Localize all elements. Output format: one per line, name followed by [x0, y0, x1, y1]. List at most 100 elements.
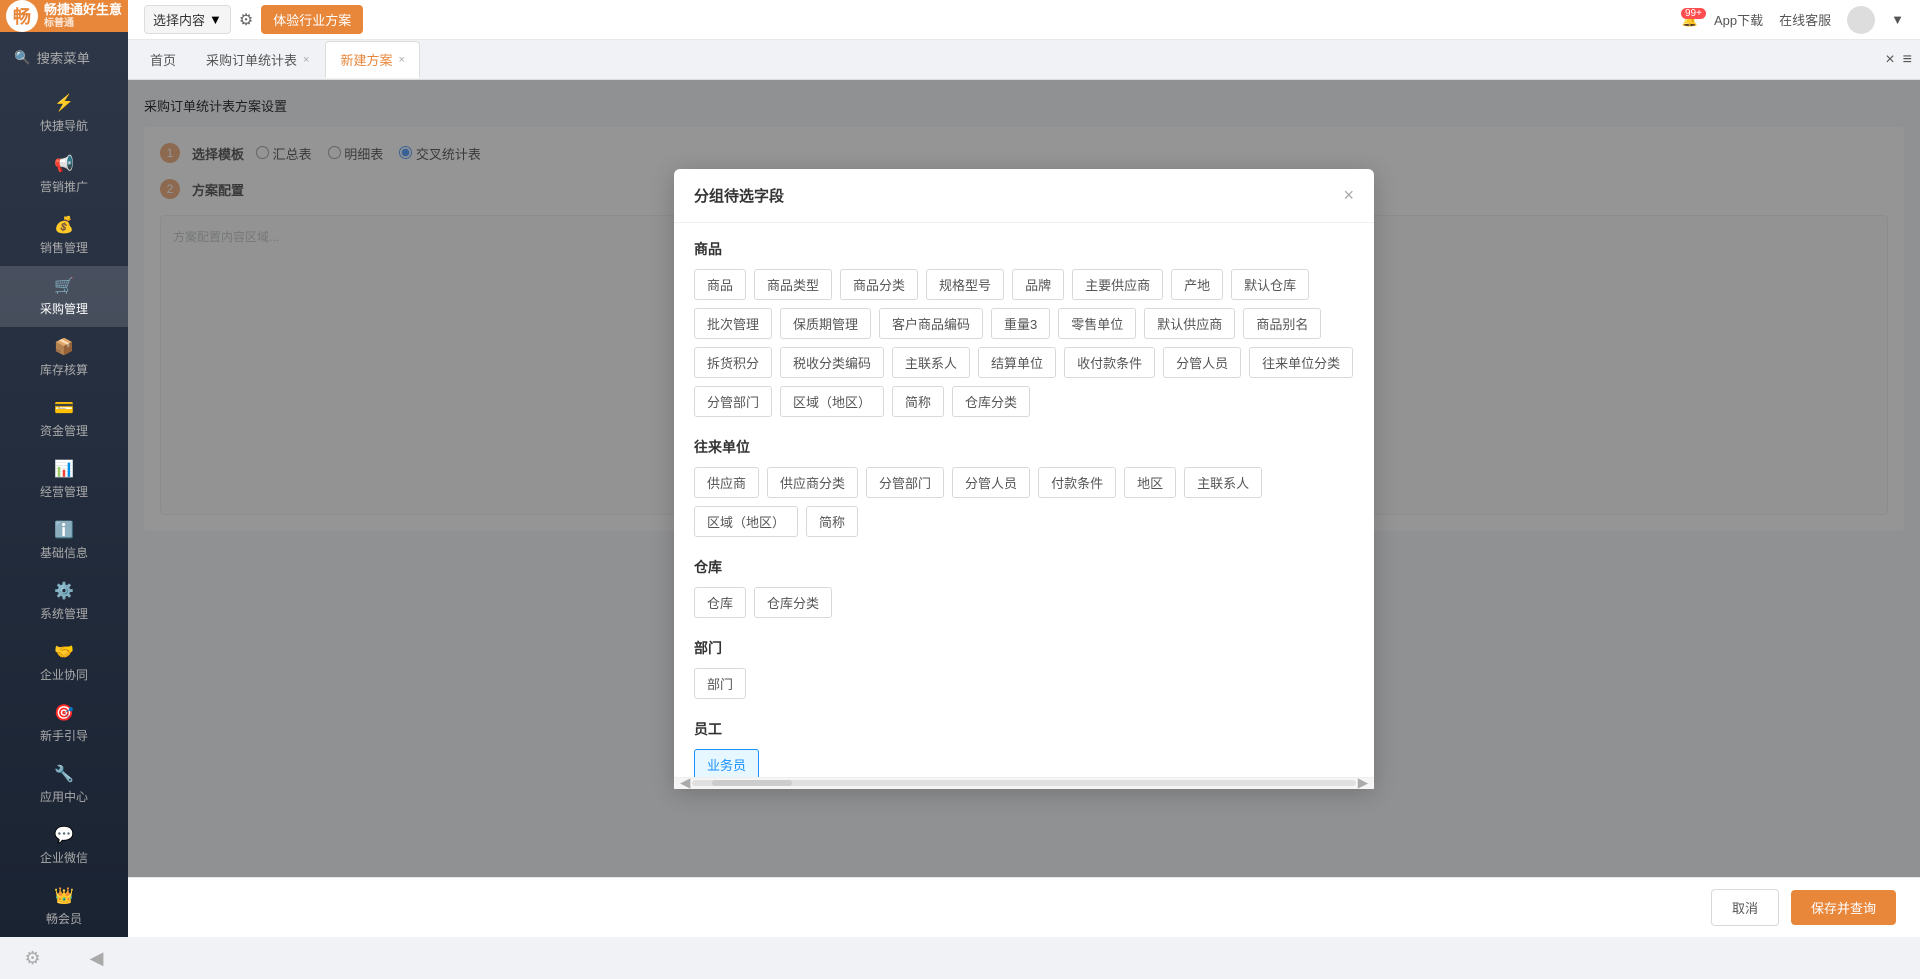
sidebar-item-member[interactable]: 👑 畅会员 [0, 876, 128, 937]
modal-title: 分组待选字段 [694, 185, 784, 206]
field-tag-counterpart-main-contact[interactable]: 主联系人 [1184, 467, 1262, 498]
sidebar-item-operations[interactable]: 📊 经营管理 [0, 449, 128, 510]
field-tag-product-customer-code[interactable]: 客户商品编码 [879, 308, 983, 339]
field-tag-product-abbr[interactable]: 简称 [892, 386, 944, 417]
notification-badge[interactable]: 🔔 99+ [1682, 12, 1698, 28]
modal-body[interactable]: 商品 商品 商品类型 商品分类 规格型号 品牌 主要供应商 产地 默认仓库 批次… [674, 223, 1374, 777]
field-tag-counterpart-region[interactable]: 地区 [1124, 467, 1176, 498]
field-tag-salesperson[interactable]: 业务员 [694, 749, 759, 777]
field-tag-supplier-category[interactable]: 供应商分类 [767, 467, 858, 498]
tabbar-actions: × ≡ [1885, 51, 1912, 69]
field-tag-product-counterpart-category[interactable]: 往来单位分类 [1249, 347, 1353, 378]
chevron-down-icon: ▼ [209, 12, 222, 27]
hscroll-thumb[interactable] [712, 780, 792, 786]
field-tag-product-origin[interactable]: 产地 [1171, 269, 1223, 300]
field-select-modal: 分组待选字段 × 商品 商品 商品类型 商品分类 规格型号 [674, 169, 1374, 789]
hscroll-left-btn[interactable]: ◀ [678, 775, 692, 791]
field-tag-product-main-contact[interactable]: 主联系人 [892, 347, 970, 378]
field-tag-supplier[interactable]: 供应商 [694, 467, 759, 498]
sidebar-item-marketing[interactable]: 📢 营销推广 [0, 144, 128, 205]
tabbar-close-all-button[interactable]: × [1885, 51, 1894, 69]
operations-icon: 📊 [54, 459, 74, 479]
user-avatar[interactable] [1847, 6, 1875, 34]
field-tag-product-tax-code[interactable]: 税收分类编码 [780, 347, 884, 378]
field-tag-department[interactable]: 部门 [694, 668, 746, 699]
cancel-button[interactable]: 取消 [1711, 889, 1779, 926]
field-tag-warehouse-category[interactable]: 仓库分类 [754, 587, 832, 618]
sidebar-search-area: 🔍 搜索菜单 [0, 32, 128, 83]
sidebar-item-finance[interactable]: 💳 资金管理 [0, 388, 128, 449]
sidebar-item-purchase[interactable]: 🛒 采购管理 [0, 266, 128, 327]
field-group-department-title: 部门 [694, 638, 1354, 658]
content-area: 采购订单统计表方案设置 1 选择模板 汇总表 明细表 交叉统计表 2 方案配置 [128, 80, 1920, 877]
hscroll-right-btn[interactable]: ▶ [1356, 775, 1370, 791]
sidebar-item-quick-nav[interactable]: ⚡ 快捷导航 [0, 83, 128, 144]
tab-new-plan[interactable]: 新建方案 × [325, 41, 419, 78]
field-tag-product-payment-terms[interactable]: 收付款条件 [1064, 347, 1155, 378]
field-tag-product-retail-unit[interactable]: 零售单位 [1058, 308, 1136, 339]
field-tag-product-default-warehouse[interactable]: 默认仓库 [1231, 269, 1309, 300]
tab-new-plan-label: 新建方案 [340, 50, 392, 69]
topbar-gear-button[interactable]: ⚙ [239, 10, 253, 30]
sales-icon: 💰 [54, 215, 74, 235]
field-tag-product-default-supplier[interactable]: 默认供应商 [1144, 308, 1235, 339]
sidebar-item-wechat[interactable]: 💬 企业微信 [0, 815, 128, 876]
sidebar-item-system[interactable]: ⚙️ 系统管理 [0, 571, 128, 632]
field-tag-product-spec[interactable]: 规格型号 [926, 269, 1004, 300]
field-tag-product-brand[interactable]: 品牌 [1012, 269, 1064, 300]
field-tag-product-region[interactable]: 区域（地区） [780, 386, 884, 417]
field-tag-product-product[interactable]: 商品 [694, 269, 746, 300]
field-group-counterpart-title: 往来单位 [694, 437, 1354, 457]
field-tag-product-expiry[interactable]: 保质期管理 [780, 308, 871, 339]
sidebar-item-newbie[interactable]: 🎯 新手引导 [0, 693, 128, 754]
field-tag-counterpart-payment[interactable]: 付款条件 [1038, 467, 1116, 498]
tabbar-menu-button[interactable]: ≡ [1903, 51, 1912, 69]
search-menu-button[interactable]: 🔍 搜索菜单 [8, 42, 120, 73]
member-icon: 👑 [54, 886, 74, 906]
tab-home[interactable]: 首页 [136, 42, 190, 77]
field-tag-product-split-points[interactable]: 拆货积分 [694, 347, 772, 378]
workspace-selector[interactable]: 选择内容 ▼ [144, 5, 231, 34]
field-group-warehouse-title: 仓库 [694, 557, 1354, 577]
field-tag-product-category[interactable]: 商品分类 [840, 269, 918, 300]
finance-icon: 💳 [54, 398, 74, 418]
counterpart-field-tags: 供应商 供应商分类 分管部门 分管人员 付款条件 地区 主联系人 区域（地区） … [694, 467, 1354, 537]
save-button[interactable]: 保存并查询 [1791, 890, 1896, 925]
field-tag-product-warehouse-category[interactable]: 仓库分类 [952, 386, 1030, 417]
field-tag-product-batch[interactable]: 批次管理 [694, 308, 772, 339]
field-tag-counterpart-abbr[interactable]: 简称 [806, 506, 858, 537]
sidebar-logo: 畅 畅捷通好生意 标普通 [0, 0, 128, 32]
collapse-button[interactable]: ◀ [90, 948, 104, 969]
field-group-counterpart: 往来单位 供应商 供应商分类 分管部门 分管人员 付款条件 地区 主联系人 区域… [694, 437, 1354, 537]
logo-text: 畅捷通好生意 标普通 [44, 2, 122, 30]
sidebar-item-enterprise[interactable]: 🤝 企业协同 [0, 632, 128, 693]
tab-purchase-stats[interactable]: 采购订单统计表 × [192, 42, 323, 77]
field-tag-product-alias[interactable]: 商品别名 [1243, 308, 1321, 339]
modal-close-button[interactable]: × [1343, 185, 1354, 206]
sidebar-item-basic-info[interactable]: ℹ️ 基础信息 [0, 510, 128, 571]
field-tag-product-settlement-unit[interactable]: 结算单位 [978, 347, 1056, 378]
modal-hscrollbar[interactable]: ◀ ▶ [674, 777, 1374, 789]
app-download-link[interactable]: App下载 [1714, 10, 1763, 29]
sidebar-item-inventory[interactable]: 📦 库存核算 [0, 327, 128, 388]
hscroll-track [692, 780, 1356, 786]
wechat-icon: 💬 [54, 825, 74, 845]
field-tag-counterpart-dept[interactable]: 分管部门 [866, 467, 944, 498]
online-service-link[interactable]: 在线客服 [1779, 10, 1831, 29]
settings-button[interactable]: ⚙ [25, 948, 41, 969]
system-icon: ⚙️ [54, 581, 74, 601]
tab-purchase-stats-close[interactable]: × [303, 54, 309, 66]
field-tag-product-weight[interactable]: 重量3 [991, 308, 1050, 339]
field-tag-product-manager[interactable]: 分管人员 [1163, 347, 1241, 378]
field-tag-warehouse[interactable]: 仓库 [694, 587, 746, 618]
field-tag-product-dept[interactable]: 分管部门 [694, 386, 772, 417]
sidebar-item-app-center[interactable]: 🔧 应用中心 [0, 754, 128, 815]
field-tag-product-main-supplier[interactable]: 主要供应商 [1072, 269, 1163, 300]
sidebar-item-sales[interactable]: 💰 销售管理 [0, 205, 128, 266]
field-tag-counterpart-manager[interactable]: 分管人员 [952, 467, 1030, 498]
field-tag-counterpart-region2[interactable]: 区域（地区） [694, 506, 798, 537]
warehouse-field-tags: 仓库 仓库分类 [694, 587, 1354, 618]
field-tag-product-type[interactable]: 商品类型 [754, 269, 832, 300]
trial-btn[interactable]: 体验行业方案 [261, 5, 363, 34]
tab-new-plan-close[interactable]: × [398, 54, 404, 66]
